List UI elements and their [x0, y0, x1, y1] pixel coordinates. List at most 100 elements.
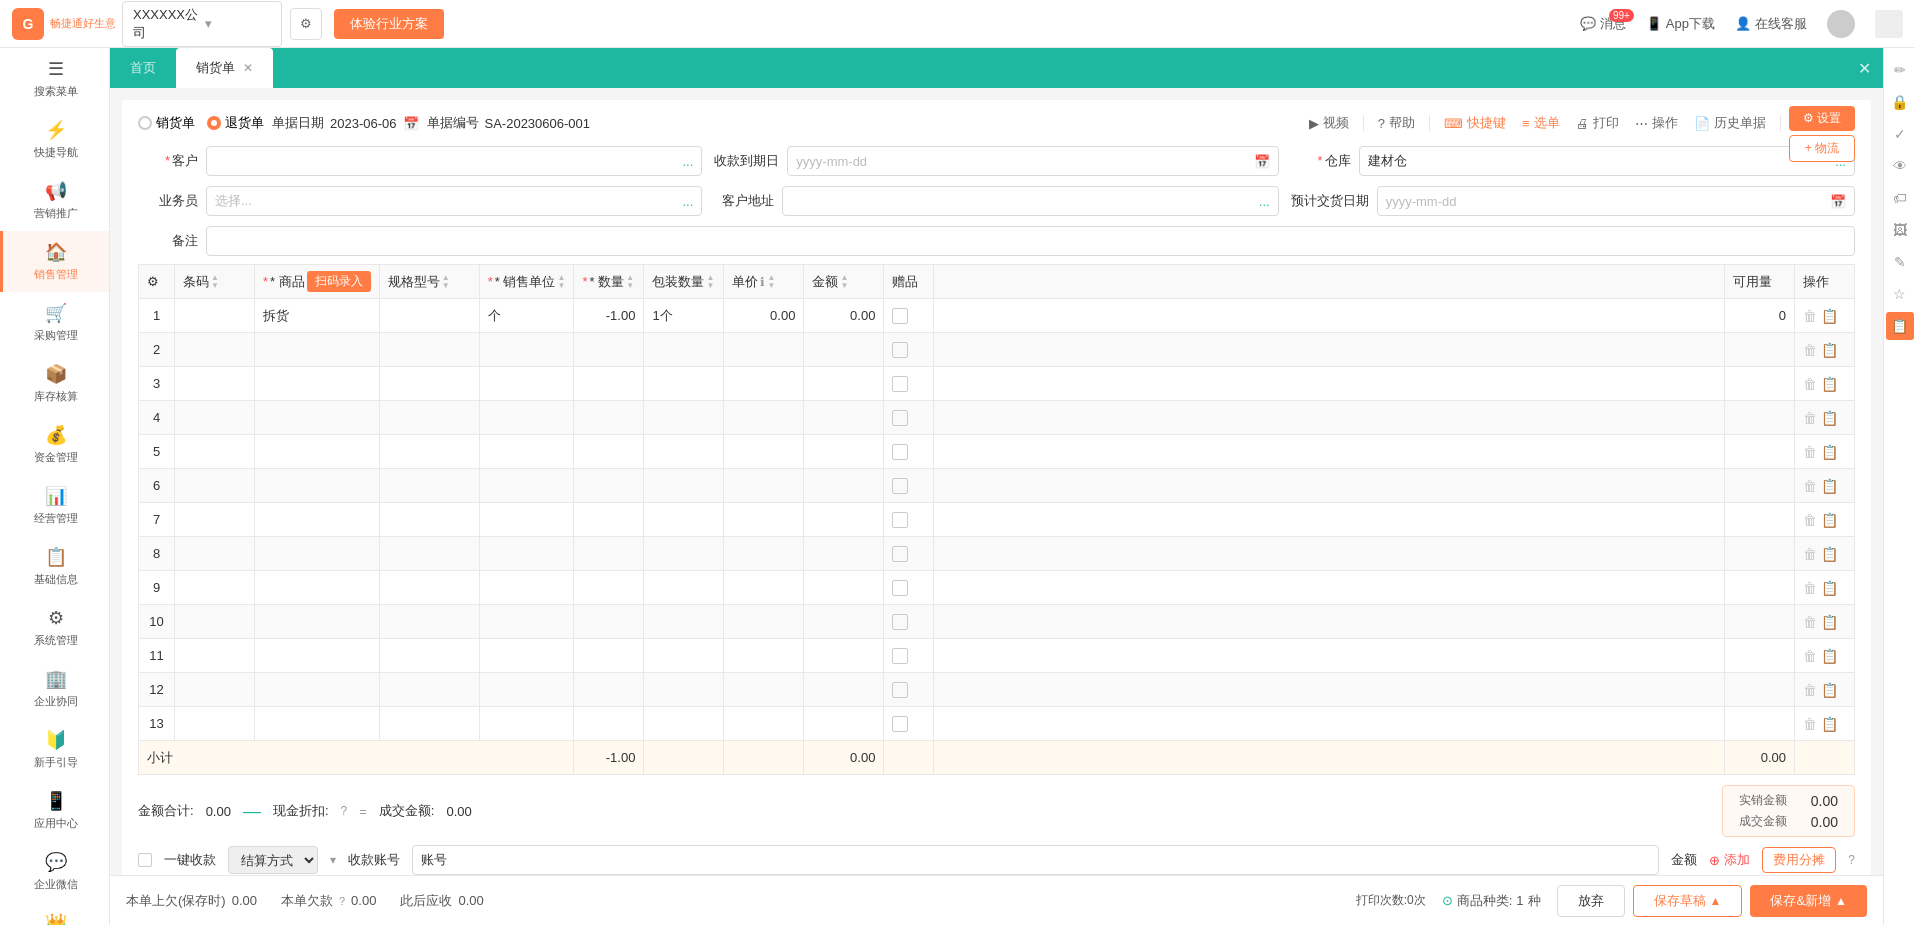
- customer-input[interactable]: ...: [206, 146, 702, 176]
- tab-home[interactable]: 首页: [110, 48, 176, 88]
- account-input[interactable]: 账号: [412, 845, 1659, 875]
- copy-icon[interactable]: 📋: [1821, 716, 1838, 732]
- row-unit[interactable]: 个: [479, 299, 574, 333]
- row-product[interactable]: [255, 435, 380, 469]
- row-barcode[interactable]: [175, 503, 255, 537]
- customer-dots-icon[interactable]: ...: [682, 154, 693, 169]
- gift-checkbox[interactable]: [892, 614, 908, 630]
- settings-icon[interactable]: ⚙: [290, 8, 322, 40]
- sidebar-item-system-mgmt[interactable]: ⚙ 系统管理: [0, 597, 109, 658]
- row-pkgqty[interactable]: [644, 707, 724, 741]
- settings-button[interactable]: ⚙ 设置: [1789, 106, 1855, 131]
- sidebar-item-guide[interactable]: 🔰 新手引导: [0, 719, 109, 780]
- row-qty[interactable]: [574, 435, 644, 469]
- sidebar-item-quick-nav[interactable]: ⚡ 快捷导航: [0, 109, 109, 170]
- row-product[interactable]: [255, 469, 380, 503]
- qty-sort[interactable]: * * 数量 ▲▼: [582, 273, 634, 291]
- row-product[interactable]: [255, 333, 380, 367]
- delete-icon[interactable]: 🗑: [1803, 376, 1817, 392]
- delete-icon[interactable]: 🗑: [1803, 546, 1817, 562]
- row-product[interactable]: [255, 707, 380, 741]
- row-unit[interactable]: [479, 367, 574, 401]
- row-spec[interactable]: [379, 469, 479, 503]
- row-qty[interactable]: [574, 605, 644, 639]
- row-qty[interactable]: -1.00: [574, 299, 644, 333]
- customer-addr-input[interactable]: ...: [782, 186, 1278, 216]
- delete-icon[interactable]: 🗑: [1803, 716, 1817, 732]
- sidebar-item-marketing[interactable]: 📢 营销推广: [0, 170, 109, 231]
- quick-pay-checkbox[interactable]: [138, 853, 152, 867]
- row-pkgqty[interactable]: [644, 639, 724, 673]
- gift-checkbox[interactable]: [892, 716, 908, 732]
- row-price[interactable]: [724, 469, 804, 503]
- sidebar-item-membership[interactable]: 👑 畅会员: [0, 902, 109, 925]
- row-product[interactable]: [255, 605, 380, 639]
- scan-button[interactable]: 扫码录入: [307, 271, 371, 292]
- row-amount[interactable]: [804, 435, 884, 469]
- row-product[interactable]: [255, 367, 380, 401]
- row-price[interactable]: [724, 333, 804, 367]
- row-price[interactable]: [724, 401, 804, 435]
- row-amount[interactable]: [804, 469, 884, 503]
- spec-sort[interactable]: 规格型号 ▲▼: [388, 273, 450, 291]
- gift-checkbox[interactable]: [892, 342, 908, 358]
- row-qty[interactable]: [574, 503, 644, 537]
- row-spec[interactable]: [379, 435, 479, 469]
- row-barcode[interactable]: [175, 333, 255, 367]
- notes-input[interactable]: [206, 226, 1855, 256]
- row-spec[interactable]: [379, 707, 479, 741]
- addr-dots-icon[interactable]: ...: [1259, 194, 1270, 209]
- row-amount[interactable]: 0.00: [804, 299, 884, 333]
- row-gift[interactable]: [884, 537, 934, 571]
- row-price[interactable]: 0.00: [724, 299, 804, 333]
- delete-icon[interactable]: 🗑: [1803, 308, 1817, 324]
- copy-icon[interactable]: 📋: [1821, 444, 1838, 460]
- copy-icon[interactable]: 📋: [1821, 478, 1838, 494]
- row-price[interactable]: [724, 605, 804, 639]
- history-btn[interactable]: 📄 历史单据: [1688, 112, 1772, 134]
- row-unit[interactable]: [479, 605, 574, 639]
- row-unit[interactable]: [479, 503, 574, 537]
- row-qty[interactable]: [574, 469, 644, 503]
- sidebar-item-enterprise-wechat[interactable]: 💬 企业微信: [0, 841, 109, 902]
- sidebar-item-operations[interactable]: 📊 经营管理: [0, 475, 109, 536]
- rs-check-icon[interactable]: ✓: [1886, 120, 1914, 148]
- row-amount[interactable]: [804, 367, 884, 401]
- delete-icon[interactable]: 🗑: [1803, 614, 1817, 630]
- copy-icon[interactable]: 📋: [1821, 648, 1838, 664]
- row-pkgqty[interactable]: [644, 605, 724, 639]
- copy-icon[interactable]: 📋: [1821, 682, 1838, 698]
- due-date-input[interactable]: yyyy-mm-dd 📅: [787, 146, 1278, 176]
- row-price[interactable]: [724, 435, 804, 469]
- row-product[interactable]: 拆货: [255, 299, 380, 333]
- print-btn[interactable]: 🖨 打印: [1570, 112, 1625, 134]
- copy-icon[interactable]: 📋: [1821, 342, 1838, 358]
- sidebar-item-enterprise[interactable]: 🏢 企业协同: [0, 658, 109, 719]
- gift-checkbox[interactable]: [892, 546, 908, 562]
- row-amount[interactable]: [804, 605, 884, 639]
- delete-icon[interactable]: 🗑: [1803, 410, 1817, 426]
- row-unit[interactable]: [479, 639, 574, 673]
- rs-action-icon[interactable]: 📋: [1886, 312, 1914, 340]
- row-spec[interactable]: [379, 605, 479, 639]
- payment-method-select[interactable]: 结算方式: [228, 846, 318, 874]
- delivery-calendar-icon[interactable]: 📅: [1830, 194, 1846, 209]
- row-gift[interactable]: [884, 333, 934, 367]
- row-gift[interactable]: [884, 571, 934, 605]
- warehouse-input[interactable]: 建材仓 ...: [1359, 146, 1855, 176]
- row-amount[interactable]: [804, 707, 884, 741]
- row-gift[interactable]: [884, 299, 934, 333]
- row-spec[interactable]: [379, 367, 479, 401]
- row-price[interactable]: [724, 367, 804, 401]
- row-gift[interactable]: [884, 367, 934, 401]
- row-amount[interactable]: [804, 503, 884, 537]
- row-barcode[interactable]: [175, 639, 255, 673]
- row-unit[interactable]: [479, 707, 574, 741]
- row-gift[interactable]: [884, 469, 934, 503]
- calendar-icon[interactable]: 📅: [403, 116, 419, 131]
- row-barcode[interactable]: [175, 537, 255, 571]
- row-pkgqty[interactable]: [644, 503, 724, 537]
- row-product[interactable]: [255, 673, 380, 707]
- row-gift[interactable]: [884, 401, 934, 435]
- ops-btn[interactable]: ⋯ 操作: [1629, 112, 1684, 134]
